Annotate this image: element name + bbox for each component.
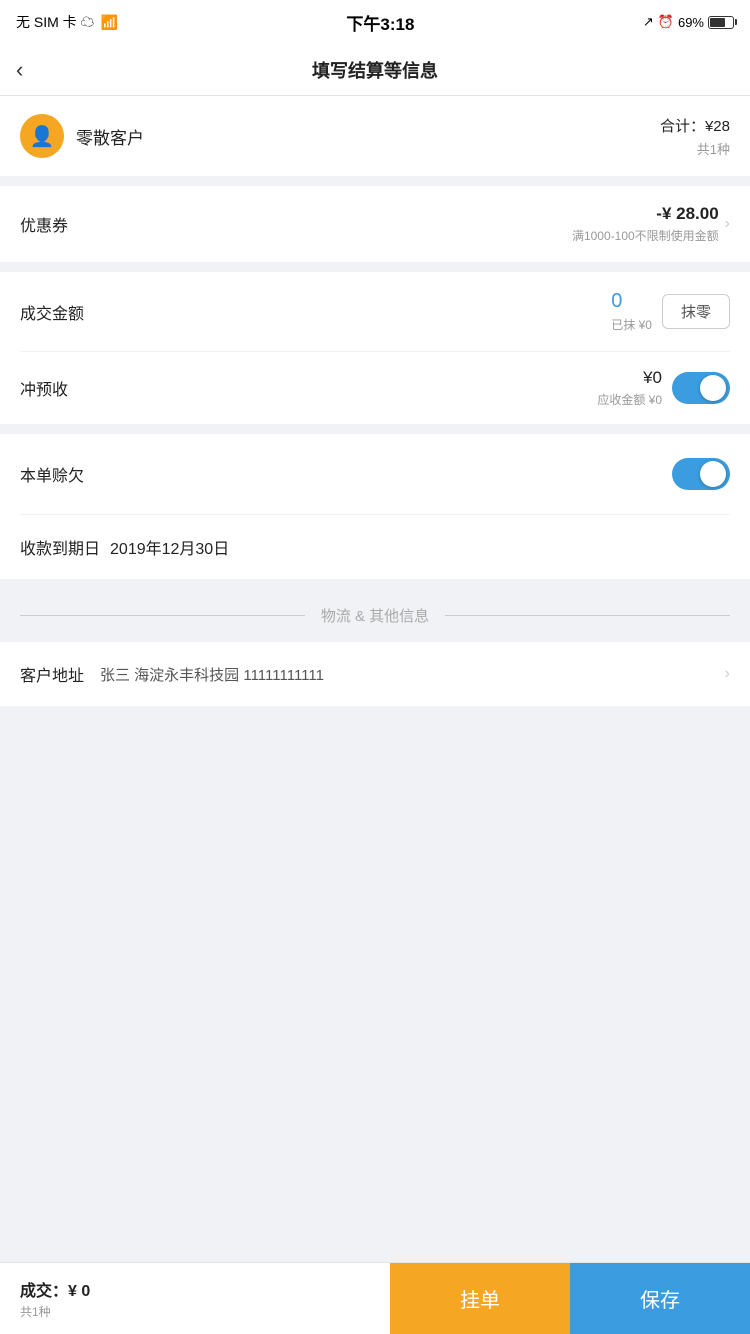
status-right: ↗ ⏰ 69%: [643, 14, 734, 30]
transaction-right: 0 已抹 ¥0 抹零: [611, 290, 730, 333]
preadvance-right: ¥0 应收金额 ¥0: [597, 368, 730, 408]
date-row: 收款到期日 2019年12月30日: [0, 515, 750, 579]
bottom-summary: 成交：¥ 0 共1种: [0, 1277, 390, 1320]
sim-label: 无 SIM 卡 ☁: [16, 12, 95, 32]
preadvance-label: 冲预收: [20, 376, 68, 400]
bottom-bar: 成交：¥ 0 共1种 挂单 保存: [0, 1262, 750, 1334]
customer-right: 合计：¥28 共1种: [660, 115, 730, 158]
logistics-section: 物流 & 其他信息: [0, 589, 750, 642]
save-button[interactable]: 保存: [570, 1263, 750, 1334]
preadvance-row: 冲预收 ¥0 应收金额 ¥0: [0, 352, 750, 424]
coupon-label: 优惠券: [20, 212, 68, 236]
location-icon: ↗: [643, 14, 654, 30]
customer-card: 👤 零散客户 合计：¥28 共1种: [0, 96, 750, 176]
status-time: 下午3:18: [346, 10, 414, 35]
total-label: 合计：¥28: [660, 115, 730, 136]
customer-name: 零散客户: [76, 124, 144, 149]
preadvance-main-amount: ¥0: [597, 368, 662, 388]
hang-button[interactable]: 挂单: [390, 1263, 570, 1334]
transaction-value-group: 0 已抹 ¥0: [611, 290, 652, 333]
logistics-line-left: [20, 615, 305, 616]
address-label: 客户地址: [20, 662, 84, 686]
status-left: 无 SIM 卡 ☁ 📶: [16, 12, 118, 32]
logistics-line-right: [445, 615, 730, 616]
customer-left: 👤 零散客户: [20, 114, 144, 158]
back-button[interactable]: ‹: [16, 57, 56, 83]
bottom-count: 共1种: [20, 1303, 370, 1320]
due-date-label: 收款到期日: [20, 535, 100, 559]
toggle-knob: [700, 375, 726, 401]
transaction-row: 成交金额 0 已抹 ¥0 抹零: [0, 272, 750, 351]
avatar-icon: 👤: [30, 124, 55, 149]
coupon-card[interactable]: 优惠券 -¥ 28.00 满1000-100不限制使用金额 ›: [0, 186, 750, 262]
due-date-value: 2019年12月30日: [110, 535, 229, 559]
address-row[interactable]: 客户地址 张三 海淀永丰科技园 11111111111 ›: [0, 642, 750, 706]
coupon-value-group: -¥ 28.00 满1000-100不限制使用金额: [572, 204, 719, 244]
transaction-value[interactable]: 0: [611, 290, 652, 313]
summary-value: ¥ 0: [68, 1283, 90, 1300]
address-value: 张三 海淀永丰科技园 11111111111: [100, 664, 717, 685]
coupon-row[interactable]: 优惠券 -¥ 28.00 满1000-100不限制使用金额 ›: [0, 186, 750, 262]
round-button[interactable]: 抹零: [662, 294, 730, 329]
credit-section: 本单赊欠 收款到期日 2019年12月30日: [0, 434, 750, 579]
preadvance-toggle[interactable]: [672, 372, 730, 404]
battery-percent: 69%: [678, 15, 704, 30]
nav-bar: ‹ 填写结算等信息: [0, 44, 750, 96]
preadvance-amount-group: ¥0 应收金额 ¥0: [597, 368, 662, 408]
credit-toggle[interactable]: [672, 458, 730, 490]
coupon-right: -¥ 28.00 满1000-100不限制使用金额 ›: [572, 204, 730, 244]
wifi-icon: 📶: [101, 14, 118, 31]
address-chevron-icon: ›: [725, 665, 730, 683]
transaction-sub: 已抹 ¥0: [611, 316, 652, 333]
alarm-icon: ⏰: [658, 14, 674, 30]
customer-row: 👤 零散客户 合计：¥28 共1种: [0, 96, 750, 176]
transaction-section: 成交金额 0 已抹 ¥0 抹零 冲预收 ¥0 应收金额 ¥0: [0, 272, 750, 424]
summary-label: 成交：: [20, 1283, 68, 1300]
coupon-desc: 满1000-100不限制使用金额: [572, 227, 719, 244]
logistics-text: 物流 & 其他信息: [305, 605, 445, 626]
avatar: 👤: [20, 114, 64, 158]
coupon-amount: -¥ 28.00: [572, 204, 719, 224]
count-label: 共1种: [660, 139, 730, 158]
chevron-right-icon: ›: [725, 215, 730, 233]
battery-icon: [708, 16, 734, 29]
address-card[interactable]: 客户地址 张三 海淀永丰科技园 11111111111 ›: [0, 642, 750, 706]
transaction-label: 成交金额: [20, 300, 84, 324]
credit-label: 本单赊欠: [20, 462, 84, 486]
page-title: 填写结算等信息: [312, 57, 438, 83]
main-content: 👤 零散客户 合计：¥28 共1种 优惠券 -¥ 28.00 满1000-100…: [0, 96, 750, 796]
credit-row: 本单赊欠: [0, 434, 750, 514]
credit-toggle-knob: [700, 461, 726, 487]
preadvance-sub-amount: 应收金额 ¥0: [597, 391, 662, 408]
bottom-summary-top: 成交：¥ 0: [20, 1277, 370, 1301]
status-bar: 无 SIM 卡 ☁ 📶 下午3:18 ↗ ⏰ 69%: [0, 0, 750, 44]
